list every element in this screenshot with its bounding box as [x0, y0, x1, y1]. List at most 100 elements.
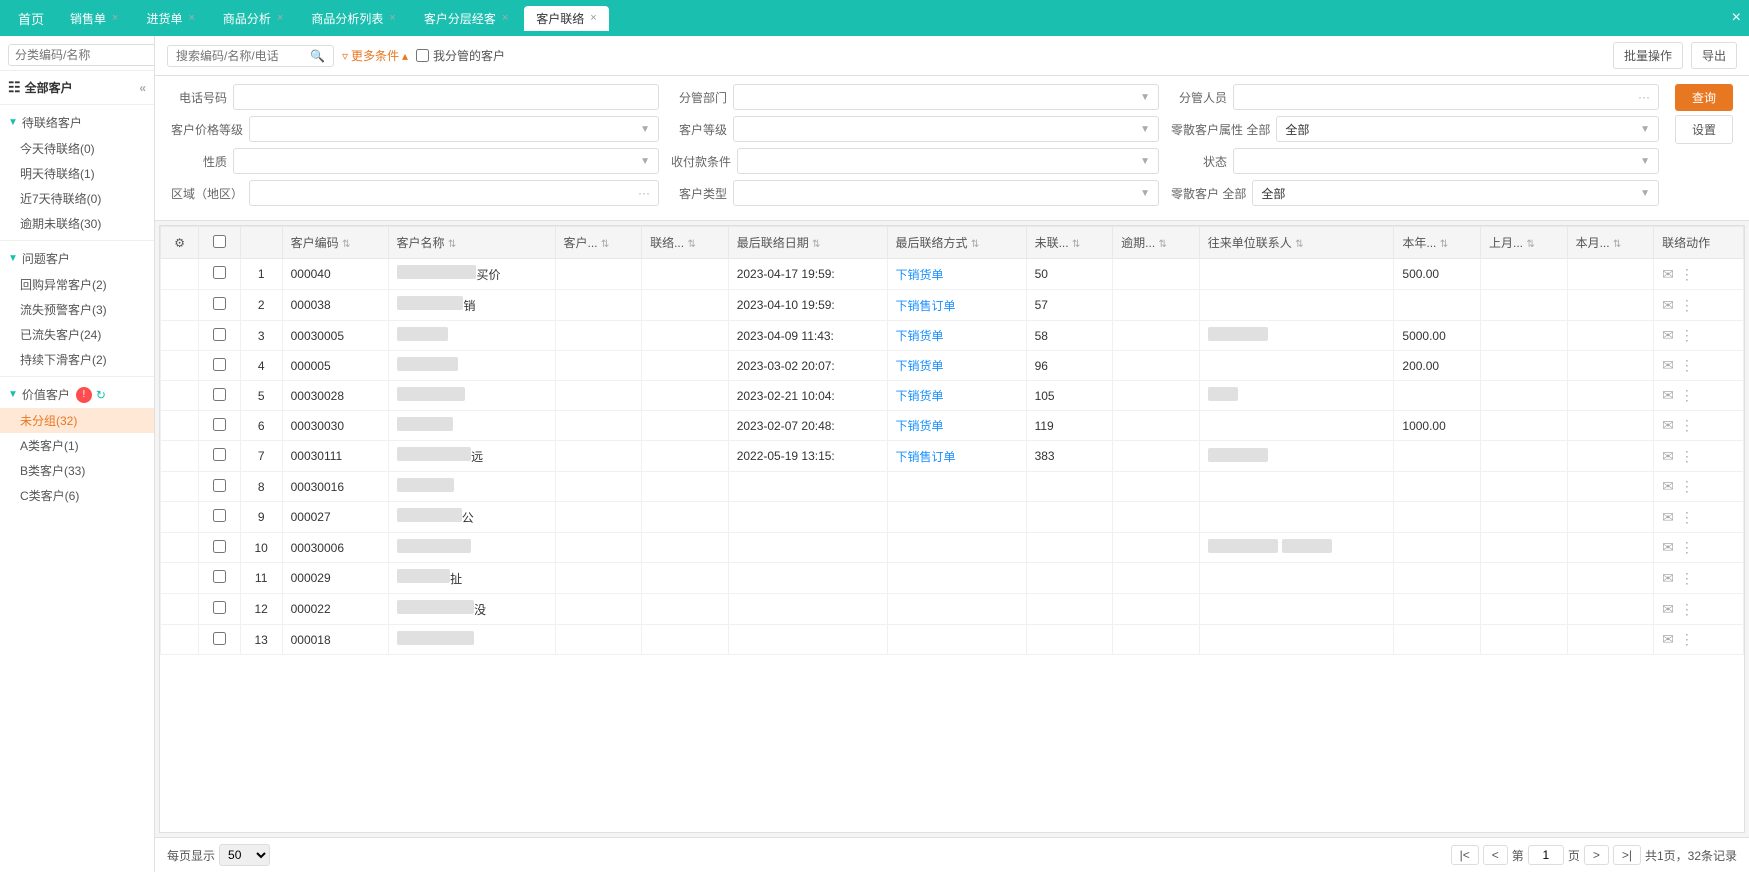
- reset-button[interactable]: 设置: [1675, 115, 1733, 144]
- contact-method-link[interactable]: 下销货单: [896, 359, 944, 373]
- batch-ops-button[interactable]: 批量操作: [1613, 42, 1683, 69]
- contact-method-link[interactable]: 下销售订单: [896, 450, 956, 464]
- dept-select[interactable]: ▼: [733, 84, 1159, 110]
- close-all-button[interactable]: ×: [1732, 9, 1741, 27]
- retail-customer-select[interactable]: 全部▼: [1252, 180, 1659, 206]
- next-page-btn[interactable]: >: [1584, 845, 1609, 865]
- sidebar-item-abnormal[interactable]: 回购异常客户(2): [0, 272, 154, 297]
- row-checkbox[interactable]: [213, 540, 226, 553]
- retail-attr-select[interactable]: 全部▼: [1276, 116, 1659, 142]
- message-action-icon[interactable]: ✉: [1662, 448, 1674, 465]
- close-product-analysis-tab[interactable]: ×: [277, 12, 283, 24]
- message-action-icon[interactable]: ✉: [1662, 478, 1674, 495]
- prev-page-btn[interactable]: <: [1483, 845, 1508, 865]
- sidebar-item-class-a[interactable]: A类客户(1): [0, 433, 154, 458]
- contact-method-link[interactable]: 下销货单: [896, 419, 944, 433]
- checkbox-cell[interactable]: [199, 594, 240, 625]
- message-action-icon[interactable]: ✉: [1662, 417, 1674, 434]
- problem-customers-group[interactable]: ▼ 问题客户: [0, 245, 154, 272]
- menu-action-icon[interactable]: ⋮: [1680, 570, 1694, 587]
- page-number-input[interactable]: [1528, 845, 1564, 865]
- category-search-input[interactable]: [8, 44, 155, 66]
- query-button[interactable]: 查询: [1675, 84, 1733, 111]
- search-box[interactable]: 🔍: [167, 45, 334, 67]
- status-select[interactable]: ▼: [1233, 148, 1659, 174]
- menu-action-icon[interactable]: ⋮: [1680, 478, 1694, 495]
- row-checkbox[interactable]: [213, 479, 226, 492]
- checkbox-cell[interactable]: [199, 441, 240, 472]
- sidebar-item-7day-pending[interactable]: 近7天待联络(0): [0, 186, 154, 211]
- more-conditions-btn[interactable]: ▿ 更多条件 ▴: [342, 47, 408, 64]
- row-checkbox[interactable]: [213, 328, 226, 341]
- customer-grade-select[interactable]: ▼: [733, 116, 1159, 142]
- tab-purchase[interactable]: 进货单 ×: [134, 6, 206, 31]
- last-contact-method-header[interactable]: 最后联络方式 ⇅: [887, 227, 1026, 259]
- sidebar-item-unclassified[interactable]: 未分组(32): [0, 408, 154, 433]
- checkbox-cell[interactable]: [199, 472, 240, 502]
- payment-select[interactable]: ▼: [737, 148, 1159, 174]
- last-contact-date-header[interactable]: 最后联络日期 ⇅: [728, 227, 887, 259]
- menu-action-icon[interactable]: ⋮: [1680, 297, 1694, 314]
- row-checkbox[interactable]: [213, 388, 226, 401]
- sidebar-item-churned[interactable]: 已流失客户(24): [0, 322, 154, 347]
- last-month-header[interactable]: 上月... ⇅: [1480, 227, 1567, 259]
- value-customers-group[interactable]: ▼ 价值客户 ! ↻: [0, 381, 154, 408]
- message-action-icon[interactable]: ✉: [1662, 570, 1674, 587]
- menu-action-icon[interactable]: ⋮: [1680, 631, 1694, 648]
- customer-code-header[interactable]: 客户编码 ⇅: [282, 227, 388, 259]
- pending-customers-group[interactable]: ▼ 待联络客户: [0, 109, 154, 136]
- checkbox-cell[interactable]: [199, 381, 240, 411]
- export-button[interactable]: 导出: [1691, 42, 1737, 69]
- contact-method-link[interactable]: 下销货单: [896, 389, 944, 403]
- select-all-checkbox[interactable]: [213, 235, 226, 248]
- checkbox-cell[interactable]: [199, 351, 240, 381]
- message-action-icon[interactable]: ✉: [1662, 539, 1674, 556]
- this-year-header[interactable]: 本年... ⇅: [1394, 227, 1481, 259]
- this-month-header[interactable]: 本月... ⇅: [1567, 227, 1654, 259]
- close-customer-contact-tab[interactable]: ×: [590, 12, 596, 24]
- close-sales-tab[interactable]: ×: [112, 12, 118, 24]
- menu-action-icon[interactable]: ⋮: [1680, 601, 1694, 618]
- tab-sales[interactable]: 销售单 ×: [58, 6, 130, 31]
- menu-action-icon[interactable]: ⋮: [1680, 327, 1694, 344]
- tab-home[interactable]: 首页: [8, 5, 54, 32]
- contact-method-link[interactable]: 下销售订单: [896, 299, 956, 313]
- tab-product-list[interactable]: 商品分析列表 ×: [299, 6, 407, 31]
- message-action-icon[interactable]: ✉: [1662, 509, 1674, 526]
- message-action-icon[interactable]: ✉: [1662, 297, 1674, 314]
- sidebar-item-churn-warning[interactable]: 流失预警客户(3): [0, 297, 154, 322]
- message-action-icon[interactable]: ✉: [1662, 601, 1674, 618]
- menu-action-icon[interactable]: ⋮: [1680, 417, 1694, 434]
- nature-select[interactable]: ▼: [233, 148, 659, 174]
- message-action-icon[interactable]: ✉: [1662, 357, 1674, 374]
- first-page-btn[interactable]: |<: [1451, 845, 1479, 865]
- settings-column-header[interactable]: ⚙: [161, 227, 199, 259]
- message-action-icon[interactable]: ✉: [1662, 387, 1674, 404]
- checkbox-cell[interactable]: [199, 563, 240, 594]
- checkbox-cell[interactable]: [199, 259, 240, 290]
- my-customers-checkbox-label[interactable]: 我分管的客户: [416, 47, 505, 64]
- row-checkbox[interactable]: [213, 358, 226, 371]
- sidebar-item-class-b[interactable]: B类客户(33): [0, 458, 154, 483]
- last-page-btn[interactable]: >|: [1613, 845, 1641, 865]
- tab-customer-contact[interactable]: 客户联络 ×: [524, 6, 608, 31]
- per-page-select[interactable]: 50 20 100: [219, 844, 270, 866]
- row-checkbox[interactable]: [213, 297, 226, 310]
- row-checkbox[interactable]: [213, 266, 226, 279]
- row-checkbox[interactable]: [213, 448, 226, 461]
- tab-customer-segment[interactable]: 客户分层经客 ×: [412, 6, 520, 31]
- menu-action-icon[interactable]: ⋮: [1680, 509, 1694, 526]
- region-input[interactable]: ···: [249, 180, 659, 206]
- message-action-icon[interactable]: ✉: [1662, 631, 1674, 648]
- sidebar-item-class-c[interactable]: C类客户(6): [0, 483, 154, 508]
- close-purchase-tab[interactable]: ×: [188, 12, 194, 24]
- sidebar-item-tomorrow-pending[interactable]: 明天待联络(1): [0, 161, 154, 186]
- contact-method-link[interactable]: 下销货单: [896, 329, 944, 343]
- message-action-icon[interactable]: ✉: [1662, 266, 1674, 283]
- message-action-icon[interactable]: ✉: [1662, 327, 1674, 344]
- manager-input[interactable]: ···: [1233, 84, 1659, 110]
- contact-header[interactable]: 联络... ⇅: [642, 227, 729, 259]
- checkbox-cell[interactable]: [199, 290, 240, 321]
- row-checkbox[interactable]: [213, 632, 226, 645]
- tab-product-analysis[interactable]: 商品分析 ×: [211, 6, 295, 31]
